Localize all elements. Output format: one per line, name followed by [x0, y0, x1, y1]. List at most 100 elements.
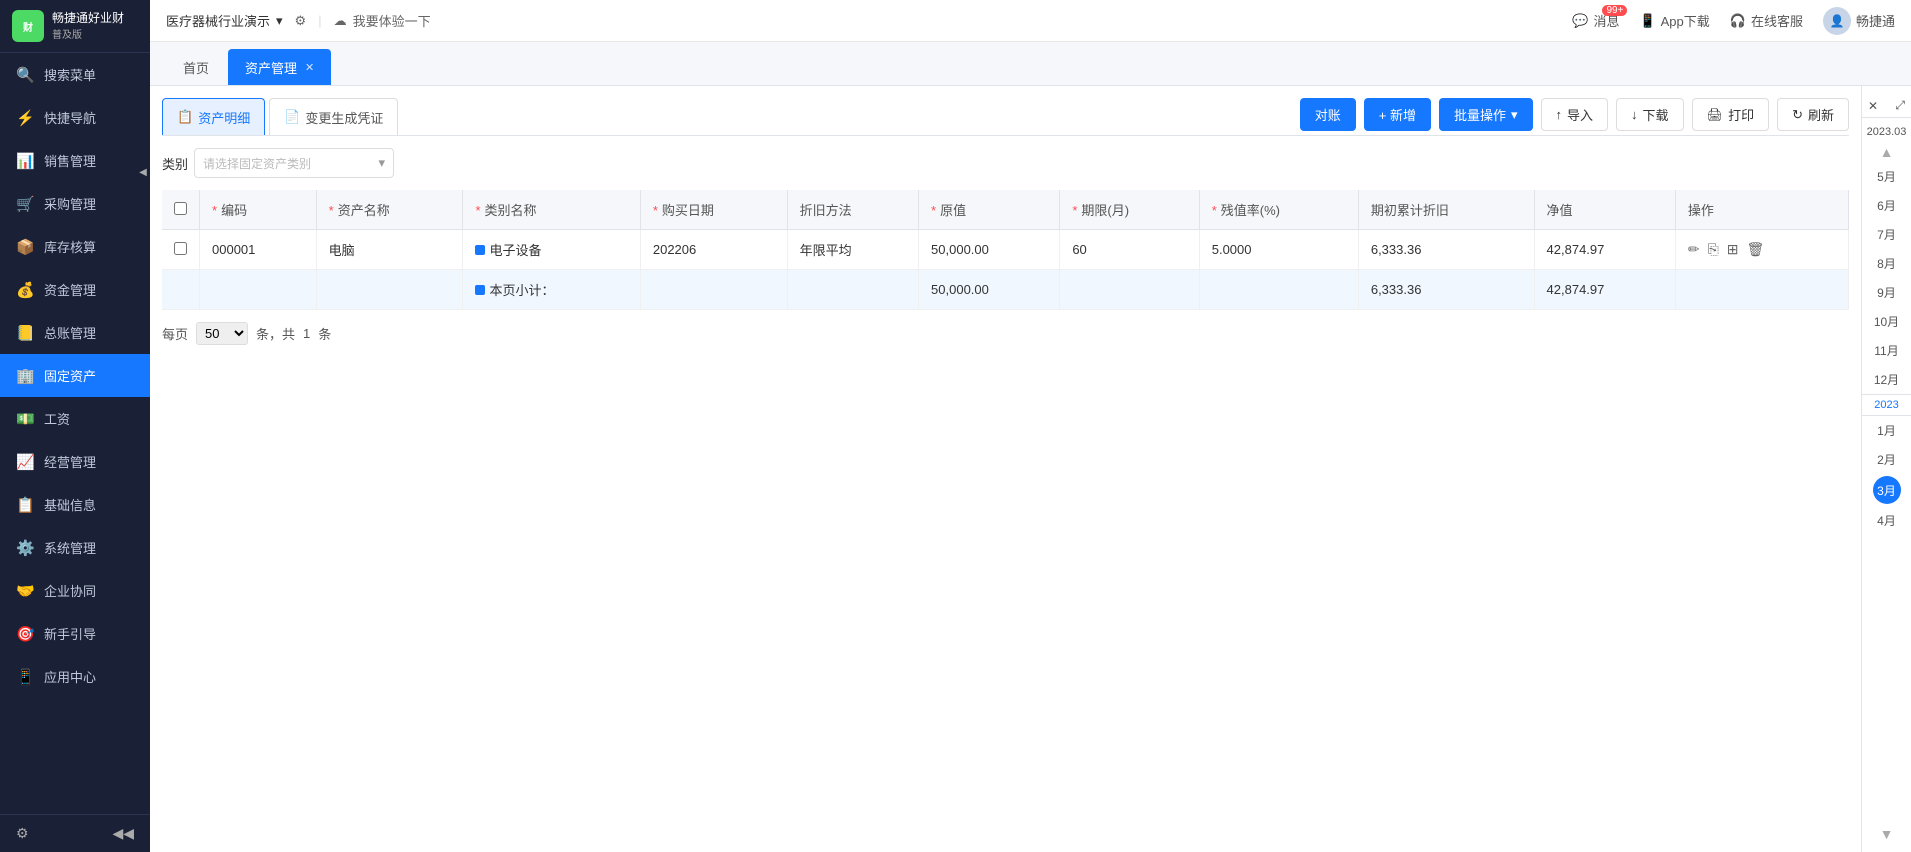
- messages-button[interactable]: 💬 消息 99+: [1572, 11, 1619, 30]
- month-2[interactable]: 2月: [1862, 445, 1911, 474]
- content-area: 📋 资产明细 📄 变更生成凭证 对账 + 新增 批量操作 ▾ ↑: [150, 86, 1911, 852]
- month-4[interactable]: 4月: [1862, 506, 1911, 535]
- batch-label: 批量操作: [1454, 105, 1506, 124]
- panel-nav-up-btn[interactable]: ▲: [1862, 142, 1911, 162]
- sidebar-item-system[interactable]: ⚙️ 系统管理: [0, 526, 150, 569]
- row-period: 60: [1060, 230, 1199, 270]
- main-wrapper: 医疗器械行业演示 ▾ ⚙ | ☁ 我要体验一下 💬 消息 99+ 📱 App下载…: [150, 0, 1911, 852]
- tab-home[interactable]: 首页: [166, 49, 226, 85]
- add-button[interactable]: + 新增: [1364, 98, 1431, 131]
- settings-gear-icon[interactable]: ⚙: [295, 13, 307, 29]
- month-3-active[interactable]: 3月: [1873, 476, 1901, 504]
- sidebar-item-salary[interactable]: 💵 工资: [0, 397, 150, 440]
- sub-tab-asset-detail[interactable]: 📋 资产明细: [162, 98, 265, 135]
- month-9[interactable]: 9月: [1862, 278, 1911, 307]
- sidebar-item-operations[interactable]: 📈 经营管理: [0, 440, 150, 483]
- subtotal-original-value: 50,000.00: [919, 270, 1060, 310]
- refresh-button[interactable]: ↻ 刷新: [1777, 98, 1849, 131]
- user-menu[interactable]: 👤 畅捷通: [1823, 7, 1895, 35]
- month-1[interactable]: 1月: [1862, 416, 1911, 445]
- sidebar-item-basic-info[interactable]: 📋 基础信息: [0, 483, 150, 526]
- panel-nav-down-btn[interactable]: ▼: [1862, 824, 1911, 844]
- month-11[interactable]: 11月: [1862, 336, 1911, 365]
- sidebar-item-enterprise[interactable]: 🤝 企业协同: [0, 569, 150, 612]
- print-icon: 🖨: [1707, 107, 1724, 123]
- category-placeholder: 请选择固定资产类别: [203, 155, 311, 172]
- sidebar-item-quick-nav[interactable]: ⚡ 快捷导航: [0, 96, 150, 139]
- phone-icon: 📱: [1639, 13, 1655, 29]
- sub-tab-voucher-gen[interactable]: 📄 变更生成凭证: [269, 98, 398, 135]
- assets-table: 编码 资产名称 类别名称 购买日期 折旧方法 原值 期限(月) 残值率(%) 期…: [162, 190, 1849, 310]
- sidebar-item-purchase[interactable]: 🛒 采购管理: [0, 182, 150, 225]
- separator: |: [318, 13, 321, 28]
- th-period: 期限(月): [1060, 190, 1199, 230]
- sidebar: 财 畅捷通好业财 普及版 ◀ 🔍 搜索菜单 ⚡ 快捷导航 📊 销售管理 🛒 采购…: [0, 0, 150, 852]
- row-operations: ✏ ⎘ ⊞ 🗑: [1675, 230, 1848, 270]
- category-label: 类别: [162, 154, 188, 173]
- month-5[interactable]: 5月: [1862, 162, 1911, 191]
- total-suffix: 条: [318, 324, 331, 343]
- close-panel-icon[interactable]: ✕: [1868, 99, 1878, 113]
- batch-button[interactable]: 批量操作 ▾: [1439, 98, 1533, 131]
- edit-button[interactable]: ✏: [1688, 241, 1700, 258]
- row-category: 电子设备: [463, 230, 640, 270]
- category-select-box[interactable]: 请选择固定资产类别 ▾: [194, 148, 394, 178]
- sidebar-nav: 🔍 搜索菜单 ⚡ 快捷导航 📊 销售管理 🛒 采购管理 📦 库存核算 💰 资金管…: [0, 53, 150, 814]
- per-page-label: 每页: [162, 324, 188, 343]
- download-button[interactable]: ↓ 下载: [1616, 98, 1684, 131]
- quick-nav-icon: ⚡: [16, 109, 34, 127]
- total-count: 1: [303, 326, 310, 341]
- collapse-icon[interactable]: ◀◀: [112, 825, 134, 842]
- tab-asset-management[interactable]: 资产管理 ✕: [228, 49, 331, 85]
- import-label: 导入: [1567, 105, 1593, 124]
- month-12[interactable]: 12月: [1862, 365, 1911, 394]
- headset-icon: 🎧: [1730, 13, 1746, 29]
- voucher-gen-icon: 📄: [284, 109, 300, 125]
- enterprise-icon: 🤝: [16, 582, 34, 600]
- row-accumulated-depreciation: 6,333.36: [1358, 230, 1534, 270]
- expand-panel-icon[interactable]: ⤢: [1895, 98, 1905, 113]
- row-checkbox[interactable]: [174, 242, 187, 255]
- svg-text:财: 财: [22, 21, 33, 34]
- per-page-select[interactable]: 50 100: [196, 322, 248, 345]
- subtotal-net-value: 42,874.97: [1534, 270, 1675, 310]
- row-purchase-date: 202206: [640, 230, 787, 270]
- experience-link[interactable]: ☁ 我要体验一下: [334, 11, 431, 30]
- app-download-button[interactable]: 📱 App下载: [1639, 11, 1709, 30]
- more-button[interactable]: ⊞: [1727, 241, 1739, 258]
- sidebar-item-guide[interactable]: 🎯 新手引导: [0, 612, 150, 655]
- customer-service-button[interactable]: 🎧 在线客服: [1730, 11, 1803, 30]
- table-row: 000001 电脑 电子设备 202206 年限平均 50,000.00 60: [162, 230, 1849, 270]
- print-button[interactable]: 🖨 打印: [1692, 98, 1770, 131]
- sidebar-item-sales[interactable]: 📊 销售管理: [0, 139, 150, 182]
- company-name: 医疗器械行业演示: [166, 11, 270, 30]
- sidebar-item-search[interactable]: 🔍 搜索菜单: [0, 53, 150, 96]
- settings-icon[interactable]: ⚙: [16, 825, 29, 842]
- sidebar-item-fixed-assets[interactable]: 🏢 固定资产: [0, 354, 150, 397]
- month-6[interactable]: 6月: [1862, 191, 1911, 220]
- year-2023-label: 2023: [1862, 394, 1911, 416]
- sidebar-logo: 财 畅捷通好业财 普及版: [0, 0, 150, 53]
- month-7[interactable]: 7月: [1862, 220, 1911, 249]
- copy-button[interactable]: ⎘: [1708, 241, 1719, 258]
- import-button[interactable]: ↑ 导入: [1541, 98, 1609, 131]
- month-10[interactable]: 10月: [1862, 307, 1911, 336]
- month-8[interactable]: 8月: [1862, 249, 1911, 278]
- company-selector[interactable]: 医疗器械行业演示 ▾: [166, 11, 283, 30]
- system-icon: ⚙️: [16, 539, 34, 557]
- select-all-checkbox[interactable]: [174, 202, 187, 215]
- sidebar-item-inventory[interactable]: 📦 库存核算: [0, 225, 150, 268]
- delete-button[interactable]: 🗑: [1747, 241, 1765, 258]
- tab-close-icon[interactable]: ✕: [305, 61, 314, 74]
- category-chevron-icon: ▾: [378, 155, 385, 171]
- reconcile-button[interactable]: 对账: [1300, 98, 1356, 131]
- table-header-row: 编码 资产名称 类别名称 购买日期 折旧方法 原值 期限(月) 残值率(%) 期…: [162, 190, 1849, 230]
- sidebar-item-app-center[interactable]: 📱 应用中心: [0, 655, 150, 698]
- company-chevron-icon: ▾: [276, 13, 283, 29]
- sidebar-collapse-btn[interactable]: ◀: [136, 160, 150, 184]
- salary-icon: 💵: [16, 410, 34, 428]
- right-panel: ✕ ⤢ 2023.03 ▲ 5月 6月 7月 8月 9月 10月 11月 12月…: [1861, 86, 1911, 852]
- sales-icon: 📊: [16, 152, 34, 170]
- sidebar-item-ledger[interactable]: 📒 总账管理: [0, 311, 150, 354]
- sidebar-item-finance[interactable]: 💰 资金管理: [0, 268, 150, 311]
